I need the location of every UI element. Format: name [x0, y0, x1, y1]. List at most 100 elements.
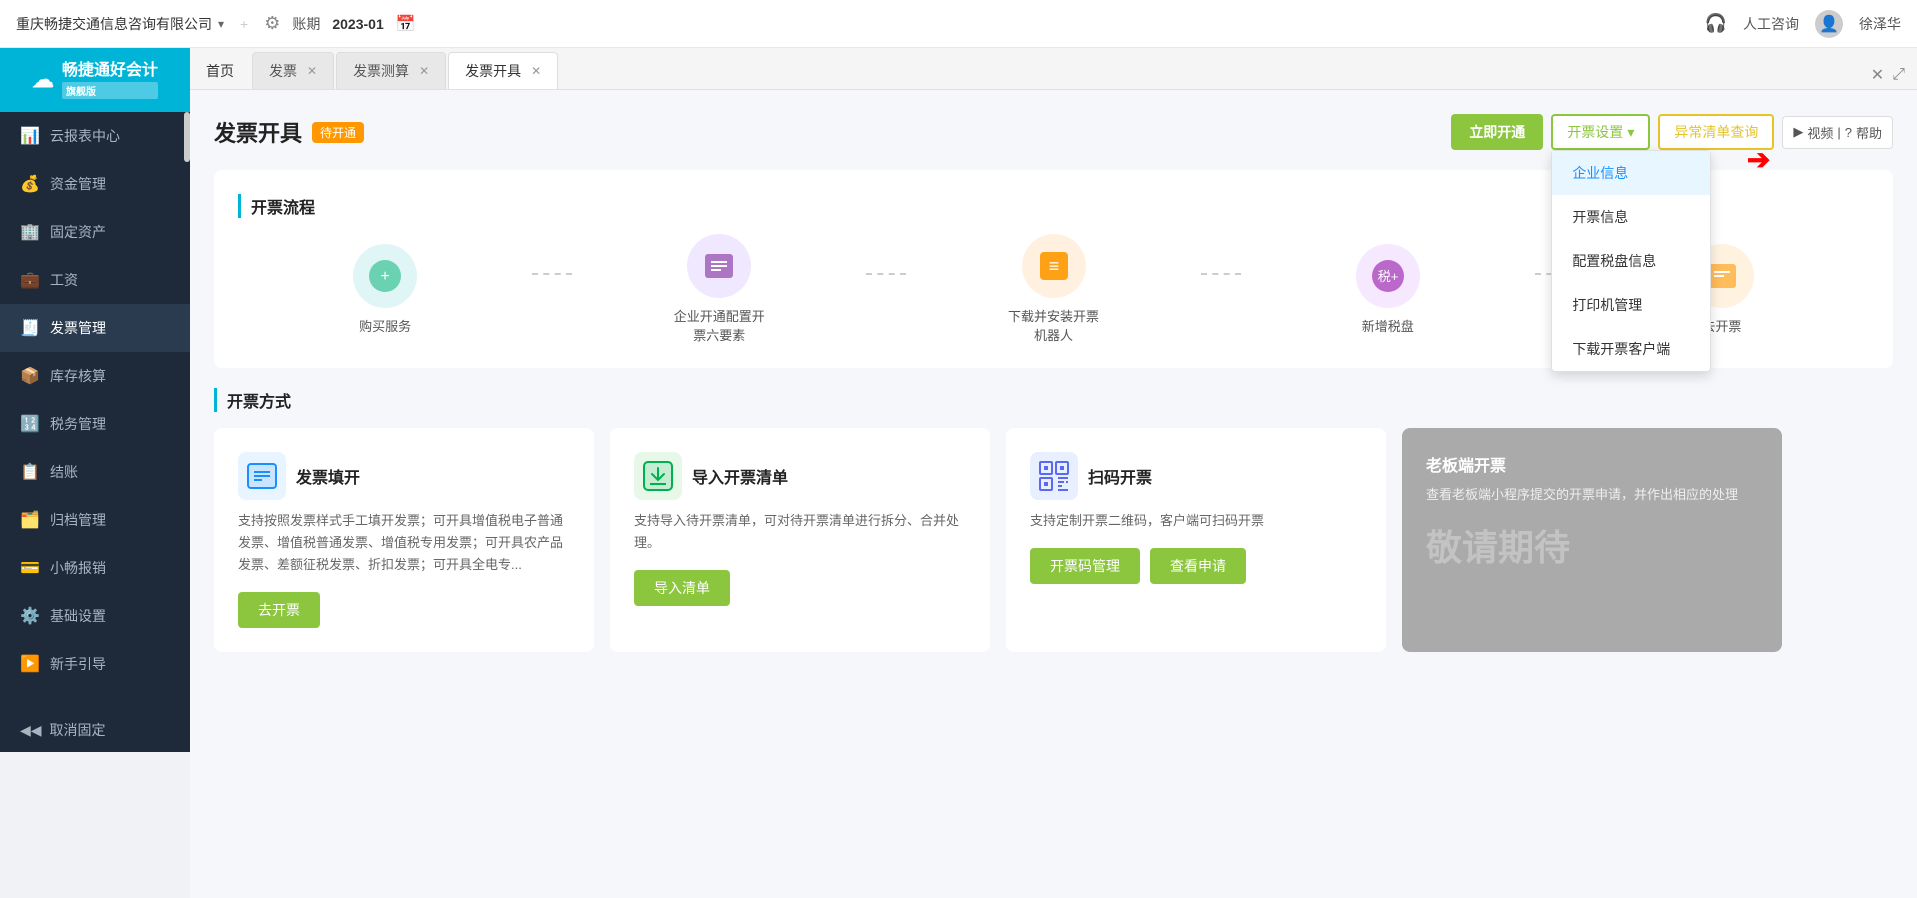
video-play-icon: ▶ — [1793, 124, 1803, 140]
settings-arrow-icon: ▾ — [1627, 124, 1634, 141]
sidebar-label-guide: 新手引导 — [50, 654, 106, 674]
tax-icon: 🔢 — [20, 414, 40, 434]
user-name: 徐泽华 — [1859, 14, 1901, 34]
tab-invoice-calc-label: 发票测算 — [353, 61, 409, 81]
sidebar-label-inventory: 库存核算 — [50, 366, 106, 386]
settings-gear-icon[interactable]: ⚙ — [264, 13, 280, 34]
flow-step-buy-icon: + — [353, 244, 417, 308]
boss-title: 老板端开票 — [1426, 452, 1758, 476]
video-button[interactable]: ▶ 视频 | ? 帮助 — [1782, 116, 1893, 149]
dropdown-item-printer[interactable]: 打印机管理 — [1552, 283, 1710, 327]
help-label: 帮助 — [1856, 123, 1882, 142]
dropdown-item-tax-config[interactable]: 配置税盘信息 — [1552, 239, 1710, 283]
settings-label: 开票设置 — [1567, 122, 1623, 142]
flow-step-buy-label: 购买服务 — [359, 316, 411, 335]
company-name: 重庆畅捷交通信息咨询有限公司 — [16, 14, 212, 34]
tax-config-label: 配置税盘信息 — [1572, 253, 1656, 269]
sidebar-item-cloud-report[interactable]: 📊 云报表中心 — [0, 112, 190, 160]
settings-button[interactable]: 开票设置 ▾ — [1551, 114, 1650, 150]
method-import-title: 导入开票清单 — [634, 452, 966, 500]
content-area: 首页 发票 ✕ 发票测算 ✕ 发票开具 ✕ ✕ ⤢ — [190, 48, 1917, 898]
period-value: 2023-01 — [332, 16, 383, 32]
flow-step-download-label: 下载并安装开票机器人 — [1004, 306, 1104, 344]
sidebar-item-archive[interactable]: 🗂️ 归档管理 — [0, 496, 190, 544]
page-header: 发票开具 待开通 立即开通 开票设置 ▾ 企业信息 — [214, 114, 1893, 150]
xiaochang-icon: 💳 — [20, 558, 40, 578]
settings-dropdown-menu: 企业信息 开票信息 配置税盘信息 打印机管理 — [1551, 150, 1711, 372]
flow-step-config-icon — [687, 234, 751, 298]
tab-bar: 首页 发票 ✕ 发票测算 ✕ 发票开具 ✕ ✕ ⤢ — [190, 48, 1917, 90]
tab-invoice-calc[interactable]: 发票测算 ✕ — [336, 52, 446, 89]
svg-text:≡: ≡ — [1048, 256, 1059, 276]
method-scan-title: 扫码开票 — [1030, 452, 1362, 500]
page-title-area: 发票开具 待开通 — [214, 116, 364, 148]
tab-invoice[interactable]: 发票 ✕ — [252, 52, 334, 89]
avatar: 👤 — [1815, 10, 1843, 38]
view-apply-button[interactable]: 查看申请 — [1150, 548, 1246, 584]
tab-invoice-open[interactable]: 发票开具 ✕ — [448, 52, 558, 89]
sidebar-item-fixed-assets[interactable]: 🏢 固定资产 — [0, 208, 190, 256]
consult-label[interactable]: 人工咨询 — [1743, 14, 1799, 34]
cancel-pin-label: 取消固定 — [50, 720, 106, 740]
sidebar-item-invoice[interactable]: 🧾 发票管理 — [0, 304, 190, 352]
tab-home[interactable]: 首页 — [190, 53, 250, 89]
fund-icon: 💰 — [20, 174, 40, 194]
fill-invoice-button[interactable]: 去开票 — [238, 592, 320, 628]
method-import-desc: 支持导入待开票清单，可对待开票清单进行拆分、合并处理。 — [634, 510, 966, 554]
calendar-icon[interactable]: 📅 — [396, 14, 416, 34]
help-question-icon: ? — [1845, 125, 1852, 140]
flow-step-config: 企业开通配置开票六要素 — [572, 234, 866, 344]
archive-icon: 🗂️ — [20, 510, 40, 530]
download-client-label: 下载开票客户端 — [1572, 341, 1670, 357]
app-title: 畅捷通好会计 — [62, 61, 158, 80]
sidebar-label-payroll: 工资 — [50, 270, 78, 290]
period-label: 账期 — [292, 14, 320, 34]
flow-step-tax-disk: 税+ 新增税盘 — [1241, 244, 1535, 335]
company-selector[interactable]: 重庆畅捷交通信息咨询有限公司 ▾ — [16, 14, 224, 34]
tab-invoice-open-close[interactable]: ✕ — [531, 64, 541, 78]
flow-step-config-label: 企业开通配置开票六要素 — [669, 306, 769, 344]
top-bar-right: 🎧 人工咨询 👤 徐泽华 — [1705, 10, 1901, 38]
company-info-label: 企业信息 — [1572, 165, 1628, 181]
boss-watermark: 敬请期待 — [1426, 519, 1758, 571]
sidebar-item-basic[interactable]: ⚙️ 基础设置 — [0, 592, 190, 640]
sidebar-cancel-pin[interactable]: ◀◀ 取消固定 — [0, 708, 190, 752]
sidebar-item-xiaochang[interactable]: 💳 小畅报销 — [0, 544, 190, 592]
top-bar: 重庆畅捷交通信息咨询有限公司 ▾ + ⚙ 账期 2023-01 📅 🎧 人工咨询… — [0, 0, 1917, 48]
flow-step-download-icon: ≡ — [1022, 234, 1086, 298]
sidebar-item-tax[interactable]: 🔢 税务管理 — [0, 400, 190, 448]
tab-invoice-calc-close[interactable]: ✕ — [419, 64, 429, 78]
inventory-icon: 📦 — [20, 366, 40, 386]
tab-invoice-close[interactable]: ✕ — [307, 64, 317, 78]
header-actions: 立即开通 开票设置 ▾ 企业信息 开票信息 — [1451, 114, 1893, 150]
maximize-window-icon[interactable]: ⤢ — [1892, 66, 1905, 84]
flow-divider-3 — [1201, 273, 1241, 275]
sidebar-label-archive: 归档管理 — [50, 510, 106, 530]
method-scan-desc: 支持定制开票二维码，客户端可扫码开票 — [1030, 510, 1362, 532]
main-layout: ☁ 畅捷通好会计 旗舰版 📊 云报表中心 💰 资金管理 🏢 固定资产 💼 工 — [0, 48, 1917, 898]
sidebar-item-guide[interactable]: ▶️ 新手引导 — [0, 640, 190, 688]
method-fill-desc: 支持按照发票样式手工填开发票；可开具增值税电子普通发票、增值税普通发票、增值税专… — [238, 510, 570, 576]
sidebar-item-payroll[interactable]: 💼 工资 — [0, 256, 190, 304]
invoice-icon: 🧾 — [20, 318, 40, 338]
dropdown-item-invoice-info[interactable]: 开票信息 — [1552, 195, 1710, 239]
dropdown-item-download-client[interactable]: 下载开票客户端 — [1552, 327, 1710, 371]
sidebar-label-cloud-report: 云报表中心 — [50, 126, 120, 146]
boss-desc: 查看老板端小程序提交的开票申请，并作出相应的处理 — [1426, 484, 1758, 503]
page-content: 发票开具 待开通 立即开通 开票设置 ▾ 企业信息 — [190, 90, 1917, 898]
activate-button[interactable]: 立即开通 — [1451, 114, 1543, 150]
svg-text:+: + — [380, 268, 389, 285]
sidebar-label-fund: 资金管理 — [50, 174, 106, 194]
import-list-button[interactable]: 导入清单 — [634, 570, 730, 606]
dropdown-item-company-info[interactable]: 企业信息 — [1552, 151, 1710, 195]
status-badge: 待开通 — [312, 122, 364, 143]
sidebar-item-accounting[interactable]: 📋 结账 — [0, 448, 190, 496]
settings-dropdown-wrapper: 开票设置 ▾ 企业信息 开票信息 配置税盘信息 — [1551, 114, 1650, 150]
qr-manage-button[interactable]: 开票码管理 — [1030, 548, 1140, 584]
sidebar-item-fund[interactable]: 💰 资金管理 — [0, 160, 190, 208]
tab-home-label: 首页 — [206, 61, 234, 81]
sidebar-item-inventory[interactable]: 📦 库存核算 — [0, 352, 190, 400]
close-window-icon[interactable]: ✕ — [1871, 65, 1884, 85]
method-scan-icon — [1030, 452, 1078, 500]
red-arrow-indicator: ➔ — [1747, 143, 1770, 176]
